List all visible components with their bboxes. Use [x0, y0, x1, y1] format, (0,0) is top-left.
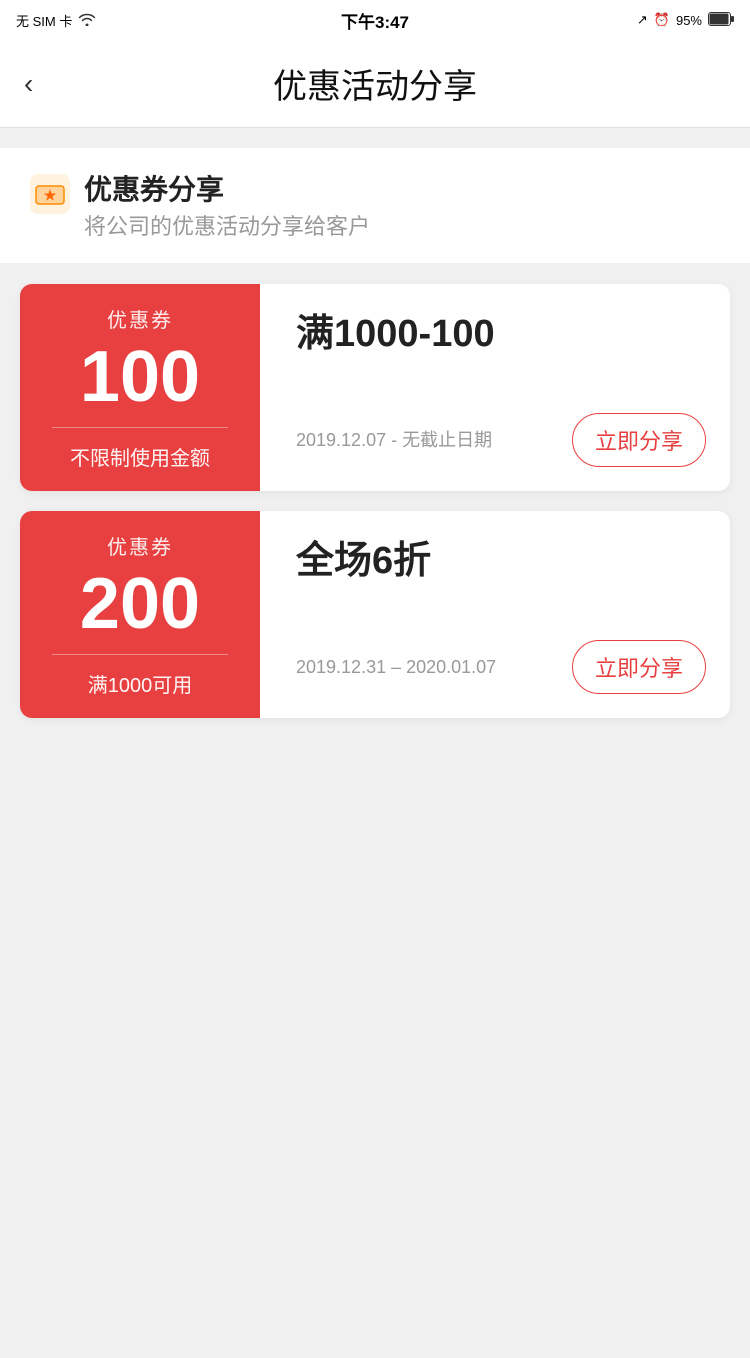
coupon-type-label-1: 优惠券 — [107, 304, 173, 333]
page-title: 优惠活动分享 — [273, 59, 477, 108]
svg-text:★: ★ — [44, 187, 57, 203]
coupon-left-2: 优惠券 200 满1000可用 — [20, 511, 260, 718]
alarm-icon: ⏰ — [654, 12, 670, 28]
coupon-value-2: 200 — [80, 568, 200, 640]
section-header-desc: 将公司的优惠活动分享给客户 — [84, 212, 370, 243]
coupon-bottom-row-1: 2019.12.07 - 无截止日期 立即分享 — [296, 413, 706, 467]
coupon-title-1: 满1000-100 — [296, 312, 706, 358]
battery-icon — [708, 12, 734, 29]
share-button-2[interactable]: 立即分享 — [572, 640, 706, 694]
coupon-card-2: 优惠券 200 满1000可用 全场6折 2019.12.31 – 2020.0… — [20, 511, 730, 718]
coupon-value-1: 100 — [80, 341, 200, 413]
coupon-date-1: 2019.12.07 - 无截止日期 — [296, 428, 572, 453]
coupon-type-label-2: 优惠券 — [107, 531, 173, 560]
status-time: 下午3:47 — [341, 8, 409, 33]
coupon-right-1: 满1000-100 2019.12.07 - 无截止日期 立即分享 — [260, 284, 730, 491]
section-header-text: 优惠券分享 将公司的优惠活动分享给客户 — [84, 172, 370, 243]
coupon-separator-1 — [52, 427, 228, 428]
status-bar: 无 SIM 卡 下午3:47 ↗ ⏰ 95% — [0, 0, 750, 40]
empty-area — [0, 758, 750, 1358]
battery-percent: 95% — [676, 13, 702, 28]
top-divider — [0, 128, 750, 148]
coupon-condition-2: 满1000可用 — [88, 669, 193, 718]
status-right: ↗ ⏰ 95% — [637, 12, 734, 29]
section-header: ★ 优惠券分享 将公司的优惠活动分享给客户 — [0, 148, 750, 264]
coupon-right-2: 全场6折 2019.12.31 – 2020.01.07 立即分享 — [260, 511, 730, 718]
back-button[interactable]: ‹ — [24, 68, 33, 100]
coupon-list: 优惠券 100 不限制使用金额 满1000-100 2019.12.07 - 无… — [0, 264, 750, 758]
wifi-icon — [78, 12, 96, 29]
coupon-separator-2 — [52, 654, 228, 655]
carrier-text: 无 SIM 卡 — [16, 11, 72, 30]
location-icon: ↗ — [637, 12, 648, 28]
coupon-condition-1: 不限制使用金额 — [70, 442, 210, 491]
coupon-share-icon: ★ — [30, 174, 70, 214]
coupon-date-2: 2019.12.31 – 2020.01.07 — [296, 655, 572, 680]
coupon-card-1: 优惠券 100 不限制使用金额 满1000-100 2019.12.07 - 无… — [20, 284, 730, 491]
coupon-left-1: 优惠券 100 不限制使用金额 — [20, 284, 260, 491]
share-button-1[interactable]: 立即分享 — [572, 413, 706, 467]
coupon-title-2: 全场6折 — [296, 539, 706, 585]
nav-bar: ‹ 优惠活动分享 — [0, 40, 750, 128]
status-left: 无 SIM 卡 — [16, 11, 96, 30]
section-header-title: 优惠券分享 — [84, 172, 370, 208]
coupon-bottom-row-2: 2019.12.31 – 2020.01.07 立即分享 — [296, 640, 706, 694]
